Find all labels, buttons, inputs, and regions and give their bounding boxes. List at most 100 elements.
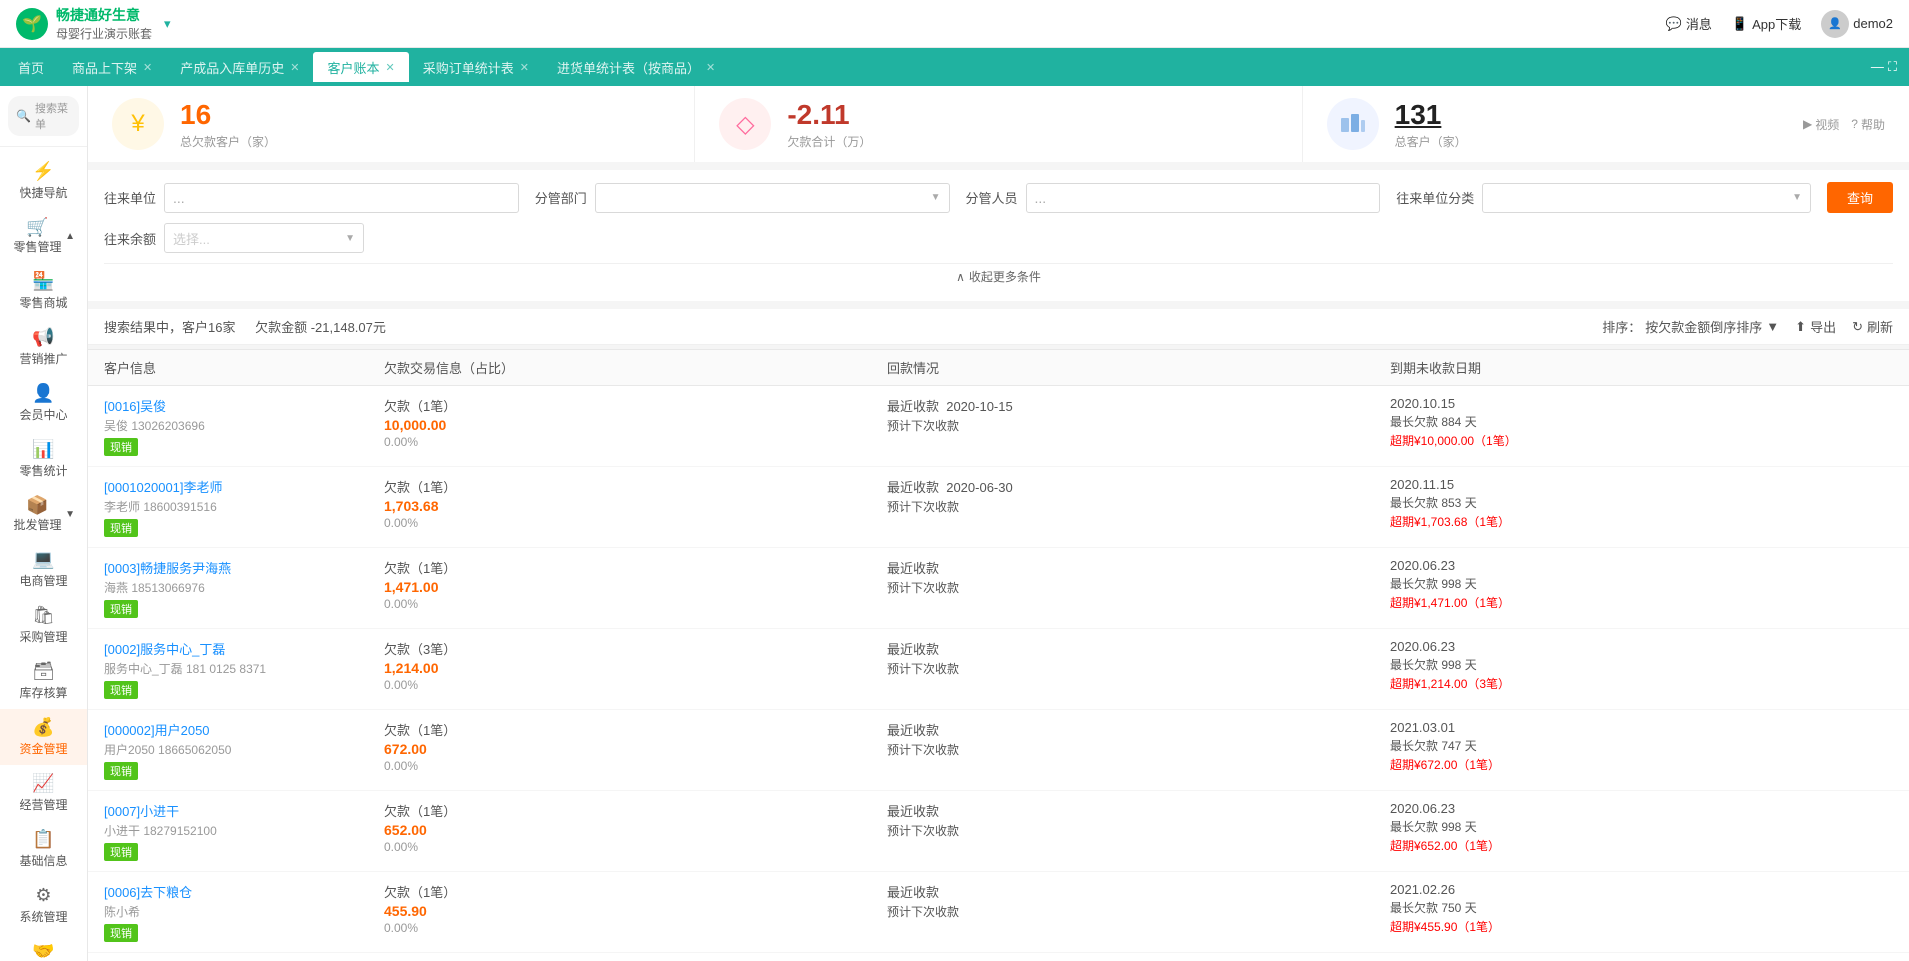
- overdue-amount-link[interactable]: 超期¥1,214.00（3笔）: [1390, 675, 1893, 692]
- sidebar-item-quick-nav[interactable]: ⚡ 快捷导航: [0, 153, 87, 209]
- sidebar-item-purchase-mgmt[interactable]: 🛍 采购管理: [0, 597, 87, 653]
- sidebar-item-batch-mgmt[interactable]: 📦 批发管理 ▼: [0, 487, 87, 541]
- debt-amount[interactable]: 1,703.68: [384, 498, 887, 514]
- debt-customers-label: 总欠款客户（家）: [180, 133, 276, 150]
- help-btn[interactable]: ? 帮助: [1851, 116, 1885, 133]
- sidebar-item-finance[interactable]: 💰 资金管理: [0, 709, 87, 765]
- dept-select[interactable]: ▼: [595, 183, 950, 213]
- tab-close-customer-account[interactable]: ✕: [386, 61, 395, 74]
- customer-name-link[interactable]: [0002]服务中心_丁磊: [104, 639, 384, 658]
- search-icon: 🔍: [16, 109, 31, 123]
- debt-info-cell: 欠款（1笔） 652.00 0.00%: [384, 801, 887, 854]
- sort-arrow: ▼: [1766, 319, 1779, 334]
- brand-info: 畅捷通好生意 母婴行业演示账套: [56, 5, 152, 42]
- balance-select[interactable]: 选择... ▼: [164, 223, 364, 253]
- sidebar-item-system[interactable]: ⚙ 系统管理: [0, 877, 87, 933]
- tab-import-stats[interactable]: 进货单统计表（按商品） ✕: [543, 52, 729, 82]
- app-download-btn[interactable]: 📱 App下载: [1732, 14, 1801, 33]
- results-bar: 搜索结果中，客户16家 欠款金额 -21,148.07元 排序： 按欠款金额倒序…: [88, 309, 1909, 345]
- collection-cell: 最近收款 2020-10-15 预计下次收款: [887, 396, 1390, 434]
- customer-sub: 海燕 18513066976: [104, 579, 384, 596]
- debt-amount[interactable]: 10,000.00: [384, 417, 887, 433]
- customer-name-link[interactable]: [0003]畅捷服务尹海燕: [104, 558, 384, 577]
- latest-collection: 最近收款: [887, 558, 1390, 577]
- base-info-icon: 📋: [32, 829, 54, 850]
- tab-home[interactable]: 首页: [4, 52, 58, 82]
- sidebar-item-retail-mall[interactable]: 🏪 零售商城: [0, 263, 87, 319]
- overdue-amount-link[interactable]: 超期¥672.00（1笔）: [1390, 756, 1893, 773]
- collapse-filters-btn[interactable]: ∧ 收起更多条件: [104, 263, 1893, 289]
- video-help-btn[interactable]: ▶ 视频: [1803, 116, 1839, 133]
- retail-mgmt-arrow: ▲: [65, 231, 75, 242]
- debt-amount[interactable]: 455.90: [384, 903, 887, 919]
- customer-name-link[interactable]: [0016]吴俊: [104, 396, 384, 415]
- collection-cell: 最近收款 预计下次收款: [887, 801, 1390, 839]
- customer-name-link[interactable]: [0001020001]李老师: [104, 477, 384, 496]
- query-button[interactable]: 查询: [1827, 182, 1893, 213]
- person-input[interactable]: ...: [1026, 183, 1381, 213]
- collection-cell: 最近收款 预计下次收款: [887, 558, 1390, 596]
- source-category-select[interactable]: ▼: [1482, 183, 1811, 213]
- sidebar-item-retail-mgmt[interactable]: 🛒 零售管理 ▲: [0, 209, 87, 263]
- search-menu-input[interactable]: 🔍 搜索菜单: [8, 96, 79, 136]
- debt-info-cell: 欠款（3笔） 1,214.00 0.00%: [384, 639, 887, 692]
- debt-amount[interactable]: 1,214.00: [384, 660, 887, 676]
- debt-percent: 0.00%: [384, 516, 887, 530]
- export-btn[interactable]: ⬆ 导出: [1795, 317, 1836, 336]
- debt-info-cell: 欠款（1笔） 455.90 0.00%: [384, 882, 887, 935]
- tab-expand-icon[interactable]: ⛶: [1888, 59, 1897, 75]
- debt-amount[interactable]: 1,471.00: [384, 579, 887, 595]
- sidebar-search-area: 🔍 搜索菜单: [0, 86, 87, 147]
- overdue-amount-link[interactable]: 超期¥1,703.68（1笔）: [1390, 513, 1893, 530]
- mobile-icon: 📱: [1732, 16, 1748, 32]
- tab-close-import-stats[interactable]: ✕: [706, 61, 715, 74]
- debt-amount[interactable]: 652.00: [384, 822, 887, 838]
- stat-info-debt-total: -2.11 欠款合计（万）: [787, 99, 871, 150]
- overdue-days: 最长欠款 747 天: [1390, 737, 1893, 754]
- sidebar-item-marketing[interactable]: 📢 营销推广: [0, 319, 87, 375]
- sidebar-item-base-info[interactable]: 📋 基础信息: [0, 821, 87, 877]
- customer-sub: 小进干 18279152100: [104, 822, 384, 839]
- overdue-amount-link[interactable]: 超期¥652.00（1笔）: [1390, 837, 1893, 854]
- table-row: [000001]黄思源 黄思源 13552700226 现销 欠款（1笔） 42…: [88, 953, 1909, 961]
- sort-select[interactable]: 排序： 按欠款金额倒序排序 ▼: [1602, 317, 1779, 336]
- tab-product-off[interactable]: 商品上下架 ✕: [58, 52, 166, 82]
- customer-tag: 现销: [104, 843, 138, 861]
- tab-close-production-history[interactable]: ✕: [290, 61, 299, 74]
- tab-customer-account[interactable]: 客户账本 ✕: [313, 52, 408, 82]
- tab-close-product-off[interactable]: ✕: [143, 61, 152, 74]
- customer-tag: 现销: [104, 438, 138, 456]
- avatar: 👤: [1821, 10, 1849, 38]
- sidebar-item-ecommerce[interactable]: 💻 电商管理: [0, 541, 87, 597]
- customer-name-link[interactable]: [0007]小进干: [104, 801, 384, 820]
- customer-tag: 现销: [104, 519, 138, 537]
- refresh-btn[interactable]: ↻ 刷新: [1852, 317, 1893, 336]
- overdue-amount-link[interactable]: 超期¥1,471.00（1笔）: [1390, 594, 1893, 611]
- debt-total-icon: ◇: [719, 98, 771, 150]
- user-area[interactable]: 👤 demo2: [1821, 10, 1893, 38]
- collection-cell: 最近收款 预计下次收款: [887, 720, 1390, 758]
- sidebar-item-inventory[interactable]: 🗃 库存核算: [0, 653, 87, 709]
- sidebar-item-enterprise[interactable]: 🤝 企业协同: [0, 933, 87, 961]
- sidebar-item-operations[interactable]: 📈 经营管理: [0, 765, 87, 821]
- due-date: 2020.11.15: [1390, 477, 1893, 492]
- store-dropdown-arrow[interactable]: ▾: [164, 16, 171, 32]
- customer-name-link[interactable]: [0006]去下粮仓: [104, 882, 384, 901]
- tab-collapse-icon[interactable]: —: [1871, 59, 1884, 75]
- tab-close-purchase-order[interactable]: ✕: [520, 61, 529, 74]
- dept-arrow: ▼: [931, 192, 941, 203]
- overdue-amount-link[interactable]: 超期¥10,000.00（1笔）: [1390, 432, 1893, 449]
- debt-amount[interactable]: 672.00: [384, 741, 887, 757]
- tab-production-history[interactable]: 产成品入库单历史 ✕: [166, 52, 313, 82]
- message-btn[interactable]: 💬 消息: [1666, 14, 1712, 33]
- header-right: 💬 消息 📱 App下载 👤 demo2: [1666, 10, 1893, 38]
- overdue-amount-link[interactable]: 超期¥455.90（1笔）: [1390, 918, 1893, 935]
- debt-info-cell: 欠款（1笔） 1,703.68 0.00%: [384, 477, 887, 530]
- collection-cell: 最近收款 预计下次收款: [887, 639, 1390, 677]
- tab-purchase-order[interactable]: 采购订单统计表 ✕: [409, 52, 543, 82]
- customer-name-link[interactable]: [000002]用户2050: [104, 720, 384, 739]
- sidebar-item-retail-stats[interactable]: 📊 零售统计: [0, 431, 87, 487]
- customer-tag: 现销: [104, 924, 138, 942]
- sidebar-item-member[interactable]: 👤 会员中心: [0, 375, 87, 431]
- source-unit-input[interactable]: ...: [164, 183, 519, 213]
